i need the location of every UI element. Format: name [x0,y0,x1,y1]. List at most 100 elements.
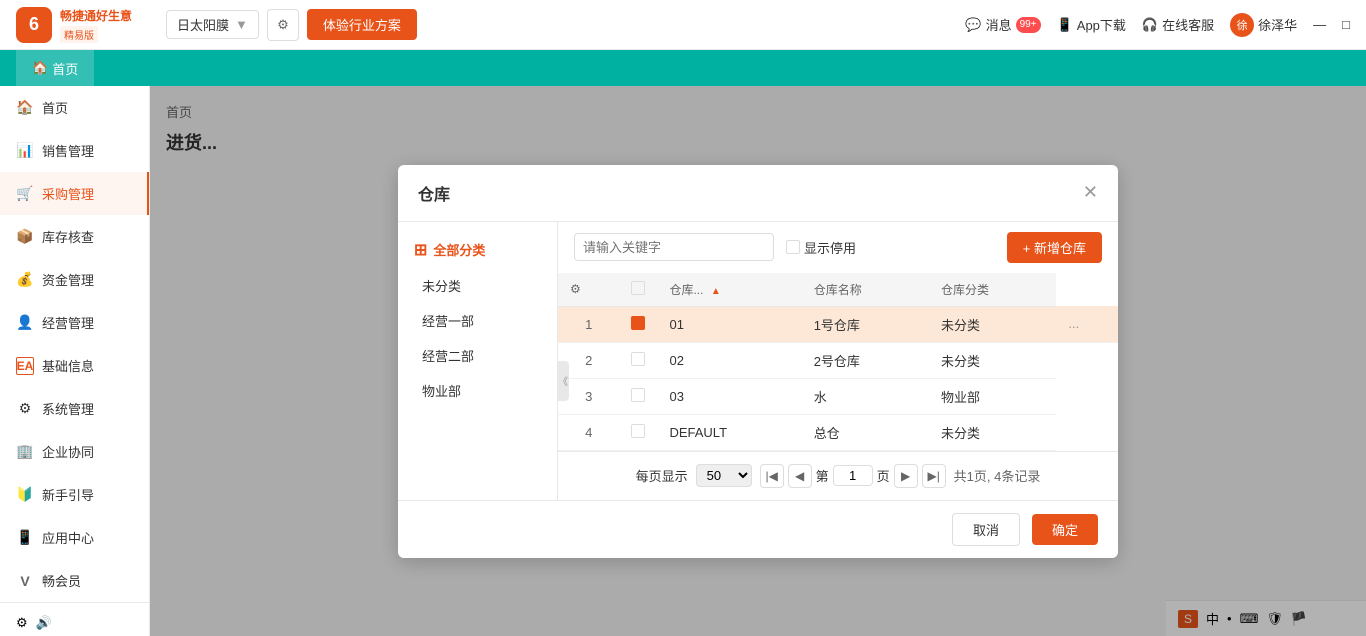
th-category[interactable]: 仓库分类 [929,273,1056,307]
row-num: 4 [558,414,619,450]
apps-icon: 📱 [16,529,34,547]
settings-footer-icon[interactable]: ⚙ [16,615,28,631]
warehouse-table: ⚙ 仓库... ▲ [558,273,1118,451]
last-page-button[interactable]: ▶| [922,464,946,488]
th-code[interactable]: 仓库... ▲ [657,273,801,307]
modal-body: ⊞ 全部分类 未分类 经营一部 经营二部 物业部 《 [398,222,1118,500]
search-input[interactable] [575,235,767,260]
row-category: 未分类 [929,306,1056,342]
settings-button[interactable]: ⚙ [267,9,299,41]
minus-icon: — [1313,17,1326,32]
confirm-button[interactable]: 确定 [1032,514,1098,545]
sidebar-item-enterprise[interactable]: 🏢 企业协同 [0,430,149,473]
maximize-button[interactable]: □ [1342,17,1350,32]
select-all-checkbox[interactable] [631,281,645,295]
page-number-input[interactable] [833,465,873,486]
sidebar-item-operations[interactable]: 👤 经营管理 [0,301,149,344]
sidebar-item-inventory[interactable]: 📦 库存核查 [0,215,149,258]
page-nav: |◀ ◀ 第 页 ▶ ▶| [760,464,946,488]
row-checkbox-cell[interactable] [619,378,657,414]
modal-close-button[interactable]: ✕ [1083,182,1098,203]
system-icon: ⚙ [16,400,34,418]
collapse-category-button[interactable]: 《 [557,361,569,401]
row-num: 1 [558,306,619,342]
trial-button[interactable]: 体验行业方案 [307,9,417,40]
user-menu[interactable]: 徐 徐泽华 [1230,13,1297,37]
modal-header: 仓库 ✕ [398,165,1118,222]
logo-icon: 6 [16,7,52,43]
modal-footer: 取消 确定 [398,500,1118,558]
online-service-button[interactable]: 🎧 在线客服 [1142,15,1214,34]
prev-page-button[interactable]: ◀ [788,464,812,488]
logo-text: 畅捷通好生意 精易版 [60,7,132,43]
modal-title: 仓库 [418,181,450,205]
message-button[interactable]: 💬 消息 99+ [965,15,1040,34]
sidebar-item-guide[interactable]: 🔰 新手引导 [0,473,149,516]
th-name[interactable]: 仓库名称 [802,273,929,307]
row-category: 未分类 [929,414,1056,450]
row-name: 水 [802,378,929,414]
chevron-left-icon: 《 [558,373,568,388]
basicinfo-icon: EA [16,357,34,375]
sort-icon: ▲ [711,286,721,297]
row-checkbox-cell[interactable] [619,306,657,342]
minimize-button[interactable]: — [1313,17,1326,32]
headset-icon: 🎧 [1142,17,1158,33]
sidebar-item-purchase[interactable]: 🛒 采购管理 [0,172,149,215]
cancel-button[interactable]: 取消 [952,513,1020,546]
sub-tab-home[interactable]: 🏠 首页 [16,50,94,86]
sidebar-item-apps[interactable]: 📱 应用中心 [0,516,149,559]
next-page-button[interactable]: ▶ [894,464,918,488]
data-table: ⚙ 仓库... ▲ [558,273,1118,451]
enterprise-icon: 🏢 [16,443,34,461]
show-disabled-checkbox[interactable] [786,240,800,254]
company-selector[interactable]: 日太阳膜 ▼ [166,10,259,39]
table-row[interactable]: 3 03 水 物业部 [558,378,1118,414]
top-header: 6 畅捷通好生意 精易版 日太阳膜 ▼ ⚙ 体验行业方案 💬 消息 99+ 📱 … [0,0,1366,50]
table-area: 🔍 显示停用 + 新增仓库 [558,222,1118,500]
add-warehouse-button[interactable]: + 新增仓库 [1007,232,1102,263]
row-checkbox-cell[interactable] [619,414,657,450]
expand-icon: □ [1342,17,1350,32]
main-content: 首页 进货... 仓库 ✕ ⊞ 全部分 [150,86,1366,636]
row-checkbox[interactable] [631,388,645,402]
table-header-row: ⚙ 仓库... ▲ [558,273,1118,307]
header-center: 日太阳膜 ▼ ⚙ 体验行业方案 [166,9,965,41]
main-layout: 🏠 首页 📊 销售管理 🛒 采购管理 📦 库存核查 💰 资金管理 👤 经营管理 … [0,86,1366,636]
category-item-operations1[interactable]: 经营一部 [398,303,557,338]
sidebar-item-member[interactable]: V 畅会员 [0,559,149,602]
row-checkbox[interactable] [631,424,645,438]
row-checkbox[interactable] [631,316,645,330]
sidebar-item-home[interactable]: 🏠 首页 [0,86,149,129]
sidebar-item-finance[interactable]: 💰 资金管理 [0,258,149,301]
first-page-button[interactable]: |◀ [760,464,784,488]
category-all[interactable]: ⊞ 全部分类 [398,232,557,268]
show-disabled-toggle[interactable]: 显示停用 [786,238,856,257]
row-code: 03 [657,378,801,414]
sidebar-item-system[interactable]: ⚙ 系统管理 [0,387,149,430]
sidebar-item-basicinfo[interactable]: EA 基础信息 [0,344,149,387]
category-item-operations2[interactable]: 经营二部 [398,338,557,373]
table-row[interactable]: 1 01 1号仓库 未分类 ... [558,306,1118,342]
page-info: 共1页, 4条记录 [954,466,1041,485]
page-size-select[interactable]: 50 10 20 100 [696,464,752,487]
sidebar-footer: ⚙ 🔊 [0,602,149,636]
finance-icon: 💰 [16,271,34,289]
category-item-unclassified[interactable]: 未分类 [398,268,557,303]
row-checkbox[interactable] [631,352,645,366]
app-download-button[interactable]: 📱 App下载 [1057,15,1126,34]
row-category: 物业部 [929,378,1056,414]
row-checkbox-cell[interactable] [619,342,657,378]
speaker-icon[interactable]: 🔊 [36,615,52,631]
home-icon: 🏠 [16,99,34,117]
table-row[interactable]: 4 DEFAULT 总仓 未分类 [558,414,1118,450]
row-actions[interactable]: ... [1056,306,1118,342]
table-toolbar: 🔍 显示停用 + 新增仓库 [558,222,1118,273]
category-item-property[interactable]: 物业部 [398,373,557,408]
sales-icon: 📊 [16,142,34,160]
search-button[interactable]: 🔍 [767,234,774,260]
modal-overlay: 仓库 ✕ ⊞ 全部分类 未分类 经营一部 经营二部 物业部 [150,86,1366,636]
sidebar-item-sales[interactable]: 📊 销售管理 [0,129,149,172]
table-row[interactable]: 2 02 2号仓库 未分类 [558,342,1118,378]
row-name: 1号仓库 [802,306,929,342]
